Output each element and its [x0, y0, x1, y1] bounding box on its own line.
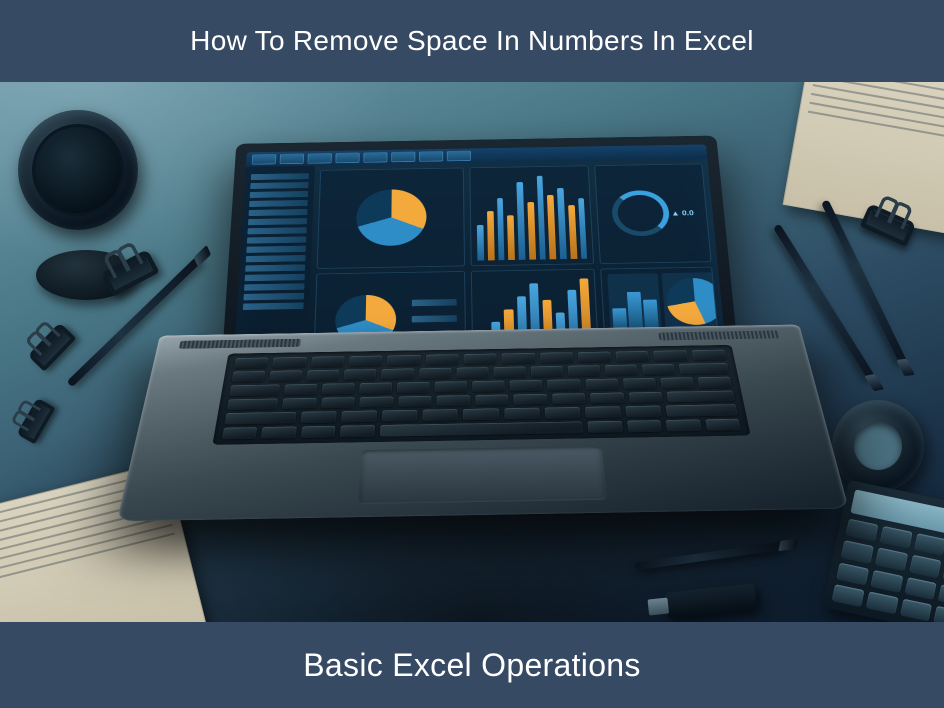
speaker-grille-icon [658, 330, 780, 340]
hero-illustration: ▲ 0.0 [0, 82, 944, 622]
title-banner: How To Remove Space In Numbers In Excel [0, 0, 944, 82]
laptop-base [117, 325, 849, 522]
trackpad-icon [358, 446, 607, 504]
gauge-icon [611, 190, 671, 236]
laptop-illustration: ▲ 0.0 [159, 82, 809, 622]
page-title: How To Remove Space In Numbers In Excel [190, 25, 754, 57]
page-subtitle: Basic Excel Operations [303, 647, 640, 684]
gauge-panel: ▲ 0.0 [595, 163, 712, 263]
gauge-label: ▲ 0.0 [671, 209, 694, 217]
pie-chart-icon [665, 278, 721, 326]
tape-roll-icon [832, 400, 924, 492]
camera-lens-icon [18, 110, 138, 230]
pie-chart-icon [356, 189, 427, 246]
speaker-grille-icon [179, 339, 301, 349]
subtitle-banner: Basic Excel Operations [0, 622, 944, 708]
keyboard-icon [212, 345, 750, 445]
pie-panel [317, 168, 465, 269]
bar-panel-main [469, 165, 594, 266]
